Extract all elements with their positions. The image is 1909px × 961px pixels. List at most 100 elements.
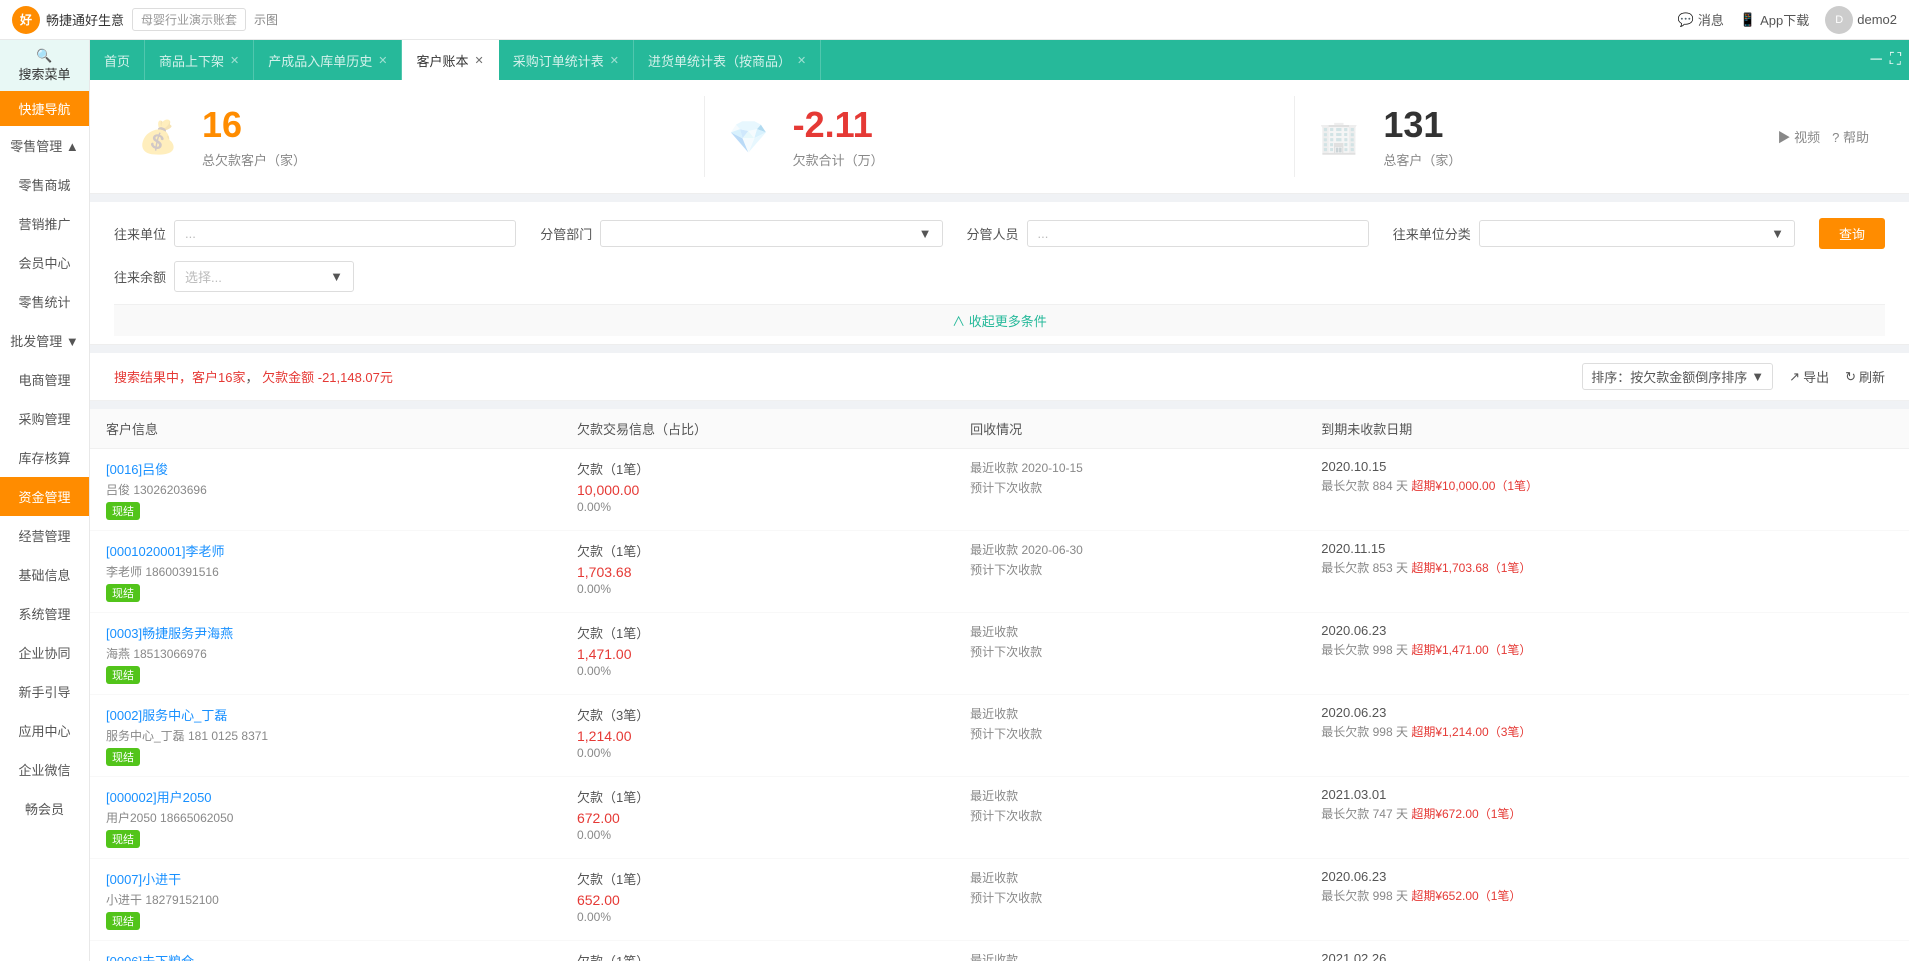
video-btn[interactable]: ▶ 视频 (1777, 127, 1820, 146)
tab-purchase-stats-product-label: 进货单统计表（按商品） (648, 51, 791, 70)
tab-home[interactable]: 首页 (90, 40, 145, 80)
customer-name-0[interactable]: [0016]吕俊 (106, 459, 545, 478)
sidebar-search[interactable]: 🔍 搜索菜单 (0, 40, 89, 91)
filter-group-person: 分管人员 ... (967, 220, 1369, 247)
from-unit-input[interactable]: ... (174, 220, 516, 247)
stat-value-2: -2.11 (793, 104, 884, 146)
tab-purchase-order-stats[interactable]: 采购订单统计表 ✕ (499, 40, 634, 80)
stat-label-1: 总欠款客户（家） (202, 150, 306, 169)
unit-category-select[interactable]: ▼ (1479, 220, 1795, 247)
cell-customer-1: [0001020001]李老师 李老师 18600391516 现结 (90, 531, 561, 613)
tab-purchase-stats-product-close[interactable]: ✕ (797, 54, 806, 67)
sort-select[interactable]: 排序：按欠款金额倒序排序 ▼ (1582, 363, 1773, 390)
dept-select[interactable]: ▼ (600, 220, 942, 247)
tab-minimize-btn[interactable]: ─ (1870, 51, 1881, 69)
debt-ratio-3: 0.00% (577, 746, 938, 760)
tab-bar-controls: ─ ⛶ (1870, 51, 1909, 69)
export-btn[interactable]: ↗ 导出 (1789, 367, 1829, 386)
search-button[interactable]: 查询 (1819, 218, 1885, 249)
sidebar-item-inventory[interactable]: 库存核算 (0, 438, 89, 477)
customer-name-3[interactable]: [0002]服务中心_丁磊 (106, 705, 545, 724)
debt-count-6: 欠款（1笔） (577, 951, 938, 961)
collapse-label: 收起更多条件 (969, 314, 1047, 329)
customer-name-6[interactable]: [0006]去下粮仓 (106, 951, 545, 961)
help-btn[interactable]: ? 帮助 (1832, 127, 1869, 146)
overdue-link-2[interactable]: 超期¥1,471.00（1笔） (1411, 643, 1531, 657)
sidebar-item-new-guide[interactable]: 新手引导 (0, 672, 89, 711)
inventory-label: 库存核算 (18, 448, 70, 467)
message-btn[interactable]: 💬 消息 (1678, 10, 1724, 29)
sidebar-item-basic-info[interactable]: 基础信息 (0, 555, 89, 594)
cell-customer-6: [0006]去下粮仓 陈小刚 现结 (90, 941, 561, 961)
cell-due-2: 2020.06.23 最长欠款 998 天 超期¥1,471.00（1笔） (1305, 613, 1909, 695)
person-label: 分管人员 (967, 224, 1019, 243)
collapse-bar[interactable]: ∧ 收起更多条件 (114, 304, 1885, 336)
tab-customer-account[interactable]: 客户账本 ✕ (402, 40, 498, 80)
customer-name-2[interactable]: [0003]畅捷服务尹海燕 (106, 623, 545, 642)
sidebar-item-retail-stats[interactable]: 零售统计 (0, 282, 89, 321)
sidebar-item-enterprise-wx[interactable]: 企业微信 (0, 750, 89, 789)
sidebar-item-sys-mgmt[interactable]: 系统管理 (0, 594, 89, 633)
user-area[interactable]: D demo2 (1825, 6, 1897, 34)
customer-name-4[interactable]: [000002]用户2050 (106, 787, 545, 806)
debt-ratio-2: 0.00% (577, 664, 938, 678)
dept-chevron: ▼ (919, 226, 932, 241)
app-download-btn[interactable]: 📱 App下载 (1740, 10, 1809, 29)
cell-debt-1: 欠款（1笔） 1,703.68 0.00% (561, 531, 954, 613)
tab-bar: 首页 商品上下架 ✕ 产成品入库单历史 ✕ 客户账本 ✕ 采购订单统计表 ✕ 进… (90, 40, 1909, 80)
refresh-btn[interactable]: ↻ 刷新 (1845, 367, 1885, 386)
filter-row-1: 往来单位 ... 分管部门 ▼ 分管人员 (114, 218, 1885, 249)
balance-select[interactable]: 选择... ▼ (174, 261, 354, 292)
overdue-link-4[interactable]: 超期¥672.00（1笔） (1411, 807, 1521, 821)
refresh-icon: ↻ (1845, 369, 1856, 385)
sidebar-item-vip-member[interactable]: 畅会员 (0, 789, 89, 828)
sidebar-item-purchase[interactable]: 采购管理 (0, 399, 89, 438)
table-row: [0002]服务中心_丁磊 服务中心_丁磊 181 0125 8371 现结 欠… (90, 695, 1909, 777)
overdue-link-3[interactable]: 超期¥1,214.00（3笔） (1411, 725, 1531, 739)
finance-label: 资金管理 (18, 487, 70, 506)
system-title[interactable]: 母婴行业演示账套 (132, 8, 246, 31)
customer-name-5[interactable]: [0007]小进干 (106, 869, 545, 888)
sidebar-item-finance[interactable]: 资金管理 (0, 477, 89, 516)
sidebar-item-marketing[interactable]: 营销推广 (0, 204, 89, 243)
cell-due-5: 2020.06.23 最长欠款 998 天 超期¥652.00（1笔） (1305, 859, 1909, 941)
sidebar-quick-nav[interactable]: 快捷导航 (0, 91, 89, 126)
sidebar-item-retail-mgmt[interactable]: 零售管理 ▲ (0, 126, 89, 165)
tab-production-history-close[interactable]: ✕ (378, 54, 387, 67)
tab-product-on-off[interactable]: 商品上下架 ✕ (145, 40, 254, 80)
cell-due-6: 2021.02.26 最长欠款 750 天 超期¥455.90（1笔） (1305, 941, 1909, 961)
tab-purchase-stats-product[interactable]: 进货单统计表（按商品） ✕ (634, 40, 821, 80)
from-unit-placeholder: ... (185, 226, 196, 241)
stat-label-3: 总客户（家） (1383, 150, 1461, 169)
overdue-link-5[interactable]: 超期¥652.00（1笔） (1411, 889, 1521, 903)
recovery-date-2: 最近收款 (970, 623, 1289, 640)
top-bar: 好 畅捷通好生意 母婴行业演示账套 示图 💬 消息 📱 App下载 D demo… (0, 0, 1909, 40)
recovery-next-1: 预计下次收款 (970, 561, 1289, 578)
sidebar-item-ops-mgmt[interactable]: 经营管理 (0, 516, 89, 555)
sidebar-item-app-center[interactable]: 应用中心 (0, 711, 89, 750)
sidebar: 🔍 搜索菜单 快捷导航 零售管理 ▲ 零售商城 营销推广 会员中心 零售统计 批… (0, 40, 90, 961)
overdue-link-1[interactable]: 超期¥1,703.68（1笔） (1411, 561, 1531, 575)
results-actions: 排序：按欠款金额倒序排序 ▼ ↗ 导出 ↻ 刷新 (1582, 363, 1885, 390)
sidebar-item-ecommerce[interactable]: 电商管理 (0, 360, 89, 399)
tab-maximize-btn[interactable]: ⛶ (1890, 51, 1901, 69)
sidebar-item-member[interactable]: 会员中心 (0, 243, 89, 282)
debt-ratio-5: 0.00% (577, 910, 938, 924)
sidebar-item-batch-mgmt[interactable]: 批发管理 ▼ (0, 321, 89, 360)
overdue-link-0[interactable]: 超期¥10,000.00（1笔） (1411, 479, 1538, 493)
sort-chevron: ▼ (1751, 369, 1764, 384)
tab-purchase-order-stats-close[interactable]: ✕ (610, 54, 619, 67)
recovery-date-0: 最近收款 2020-10-15 (970, 459, 1289, 476)
customer-sub-1: 李老师 18600391516 (106, 563, 545, 580)
dept-label: 分管部门 (540, 224, 592, 243)
person-input[interactable]: ... (1027, 220, 1369, 247)
stat-value-1: 16 (202, 104, 306, 146)
tab-product-on-off-close[interactable]: ✕ (230, 54, 239, 67)
tab-customer-account-close[interactable]: ✕ (475, 54, 484, 67)
col-due-date: 到期未收款日期 (1305, 409, 1909, 449)
stat-value-3: 131 (1383, 104, 1461, 146)
tab-production-history[interactable]: 产成品入库单历史 ✕ (254, 40, 402, 80)
sidebar-item-retail-store[interactable]: 零售商城 (0, 165, 89, 204)
sidebar-item-enterprise[interactable]: 企业协同 (0, 633, 89, 672)
customer-name-1[interactable]: [0001020001]李老师 (106, 541, 545, 560)
